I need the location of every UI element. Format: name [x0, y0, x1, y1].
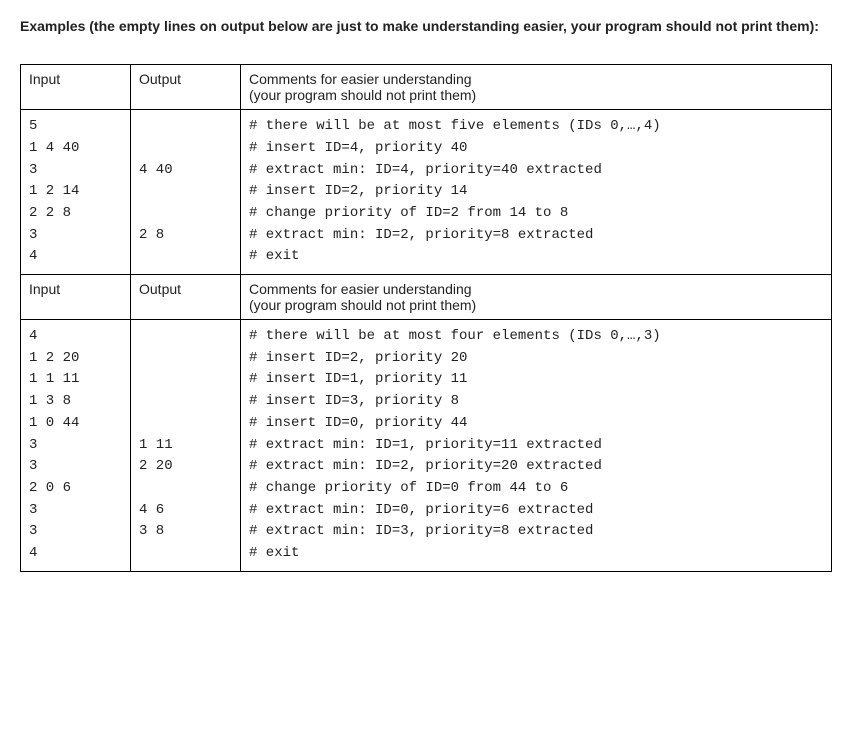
col-header-output: Output	[131, 65, 241, 110]
label-comments-sub: (your program should not print them)	[249, 297, 476, 313]
example-input: 4 1 2 20 1 1 11 1 3 8 1 0 44 3 3 2 0 6 3…	[21, 320, 131, 572]
label-output: Output	[139, 281, 181, 297]
col-header-comments: Comments for easier understanding (your …	[241, 65, 832, 110]
comments-text: # there will be at most five elements (I…	[249, 116, 823, 268]
comments-text: # there will be at most four elements (I…	[249, 326, 823, 565]
example-block: Input Output Comments for easier underst…	[21, 275, 832, 572]
examples-heading: Examples (the empty lines on output belo…	[20, 16, 833, 36]
label-output: Output	[139, 71, 181, 87]
col-header-input: Input	[21, 275, 131, 320]
label-input: Input	[29, 281, 60, 297]
input-text: 5 1 4 40 3 1 2 14 2 2 8 3 4	[29, 116, 122, 268]
label-input: Input	[29, 71, 60, 87]
example-comments: # there will be at most four elements (I…	[241, 320, 832, 572]
example-block: Input Output Comments for easier underst…	[21, 65, 832, 275]
example-comments: # there will be at most five elements (I…	[241, 110, 832, 275]
label-comments-sub: (your program should not print them)	[249, 87, 476, 103]
output-text: 1 11 2 20 4 6 3 8	[139, 326, 232, 543]
example-output: 4 40 2 8	[131, 110, 241, 275]
col-header-output: Output	[131, 275, 241, 320]
col-header-input: Input	[21, 65, 131, 110]
label-comments: Comments for easier understanding	[249, 281, 472, 297]
examples-table: Input Output Comments for easier underst…	[20, 64, 832, 571]
input-text: 4 1 2 20 1 1 11 1 3 8 1 0 44 3 3 2 0 6 3…	[29, 326, 122, 565]
output-text: 4 40 2 8	[139, 116, 232, 246]
col-header-comments: Comments for easier understanding (your …	[241, 275, 832, 320]
example-input: 5 1 4 40 3 1 2 14 2 2 8 3 4	[21, 110, 131, 275]
example-output: 1 11 2 20 4 6 3 8	[131, 320, 241, 572]
label-comments: Comments for easier understanding	[249, 71, 472, 87]
